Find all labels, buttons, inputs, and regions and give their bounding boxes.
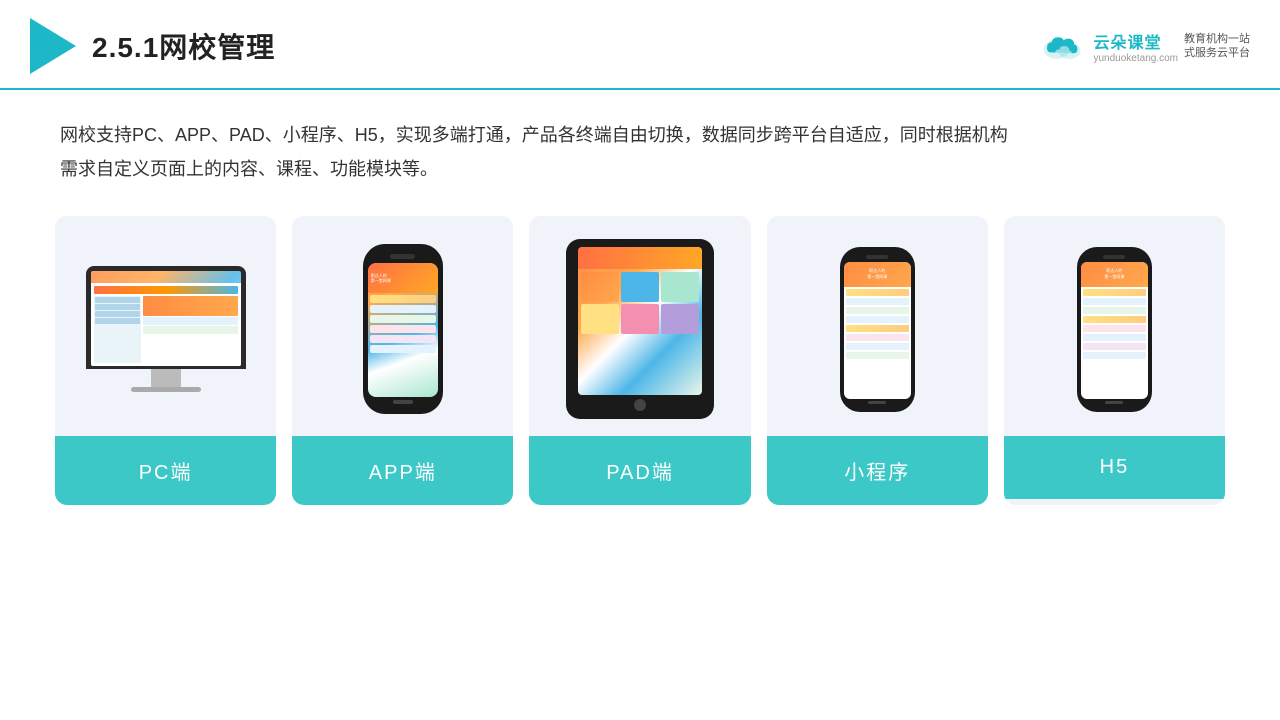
card-miniprogram-label: 小程序: [767, 436, 988, 505]
description-text: 网校支持PC、APP、PAD、小程序、H5，实现多端打通，产品各终端自由切换，数…: [0, 90, 1180, 186]
page-title: 2.5.1网校管理: [92, 26, 275, 66]
card-h5-label: H5: [1004, 436, 1225, 499]
mini-phone-1-icon: 职达人的第一堂网课: [840, 247, 915, 412]
card-pad: PAD端: [529, 216, 750, 505]
card-pc: PC端: [55, 216, 276, 505]
card-miniprogram-image: 职达人的第一堂网课: [767, 216, 988, 436]
brand-name: 云朵课堂: [1093, 29, 1161, 53]
brand-url: yunduoketang.com: [1093, 53, 1178, 64]
brand-slogan: 教育机构一站 式服务云平台: [1184, 32, 1250, 61]
card-pad-image: [529, 216, 750, 436]
card-h5: 职达人的第一堂网课 H5: [1004, 216, 1225, 505]
card-app: 职达人的第一堂网课 APP端: [292, 216, 513, 505]
card-app-label: APP端: [292, 436, 513, 505]
cloud-logo: 云朵课堂 yunduoketang.com 教育机构一站 式服务云平台: [1039, 28, 1250, 64]
card-h5-image: 职达人的第一堂网课: [1004, 216, 1225, 436]
card-pc-label: PC端: [55, 436, 276, 505]
card-miniprogram: 职达人的第一堂网课 小程序: [767, 216, 988, 505]
logo-triangle-icon: [30, 18, 76, 74]
mini-phone-2-icon: 职达人的第一堂网课: [1077, 247, 1152, 412]
brand-text: 云朵课堂 yunduoketang.com: [1093, 29, 1178, 64]
header: 2.5.1网校管理 云朵课堂 yunduoketang.com 教育机构一站 式…: [0, 0, 1280, 90]
pc-monitor-icon: [86, 266, 246, 392]
header-right: 云朵课堂 yunduoketang.com 教育机构一站 式服务云平台: [1039, 28, 1250, 64]
card-pad-label: PAD端: [529, 436, 750, 505]
cards-container: PC端 职达人的第一堂网课: [0, 186, 1280, 505]
cloud-icon: [1039, 28, 1087, 64]
card-pc-image: [55, 216, 276, 436]
tablet-mockup-icon: [566, 239, 714, 419]
phone-mockup-icon: 职达人的第一堂网课: [363, 244, 443, 414]
card-app-image: 职达人的第一堂网课: [292, 216, 513, 436]
header-left: 2.5.1网校管理: [30, 18, 275, 74]
